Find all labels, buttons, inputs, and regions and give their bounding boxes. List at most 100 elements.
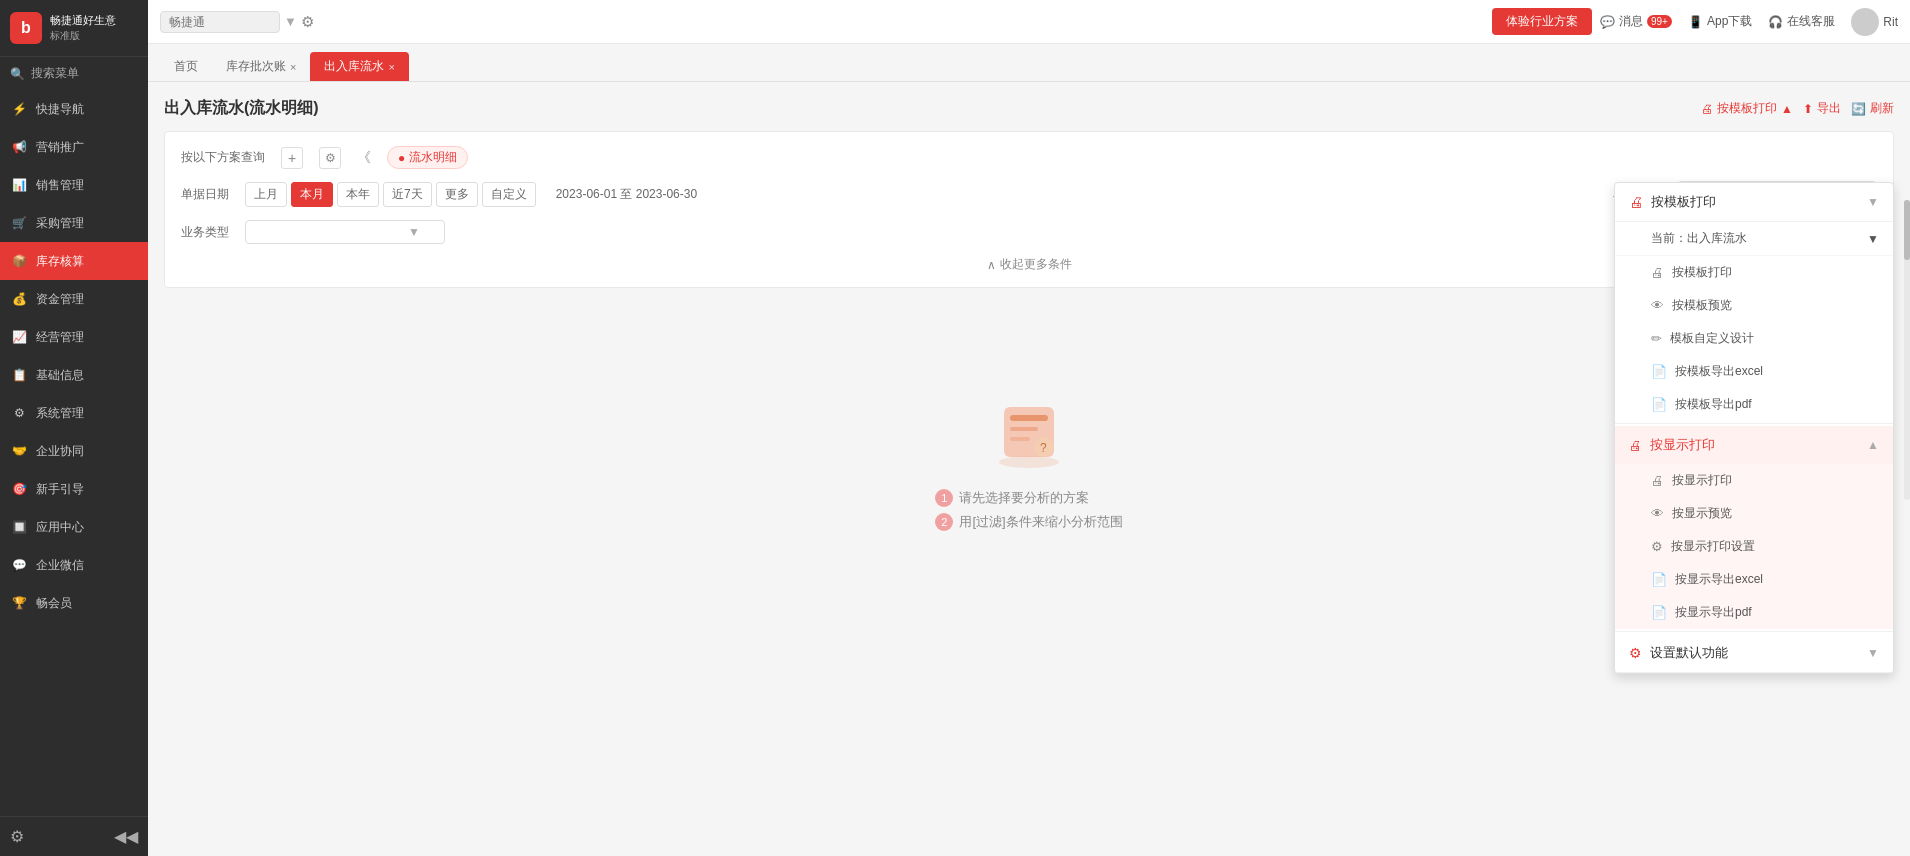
date-filter-btn-近7天[interactable]: 近7天	[383, 182, 432, 207]
online-service-button[interactable]: 🎧 在线客服	[1768, 13, 1835, 30]
page-header: 出入库流水(流水明细) 🖨 按模板打印 ▲ ⬆ 导出 🔄 刷新	[164, 98, 1894, 119]
tip-num-2: 2	[935, 513, 953, 531]
print-template-label: 按模板打印	[1717, 100, 1777, 117]
sidebar-item-purchase[interactable]: 🛒 采购管理	[0, 204, 148, 242]
svg-rect-2	[1010, 415, 1048, 421]
settings-icon[interactable]: ⚙	[10, 827, 24, 846]
display-export-excel-icon: 📄	[1651, 572, 1667, 587]
sidebar-item-base[interactable]: 📋 基础信息	[0, 356, 148, 394]
dropdown-item-display-preview[interactable]: 👁 按显示预览	[1615, 497, 1893, 530]
nav-item-label: 营销推广	[36, 139, 84, 156]
nav-item-label: 系统管理	[36, 405, 84, 422]
breadcrumb-dropdown-icon[interactable]: ▼	[284, 14, 297, 29]
biz-type-select[interactable]: ▼	[245, 220, 445, 244]
svg-rect-4	[1010, 437, 1030, 441]
print-template-button[interactable]: 🖨 按模板打印 ▲	[1701, 100, 1793, 117]
date-filter-btn-本年[interactable]: 本年	[337, 182, 379, 207]
dropdown-item-template-custom[interactable]: ✏ 模板自定义设计	[1615, 322, 1893, 355]
empty-tip-1: 1 请先选择要分析的方案	[935, 489, 1122, 507]
collapse-sidebar-icon[interactable]: ◀◀	[114, 827, 138, 846]
filter-tag[interactable]: ● 流水明细	[387, 146, 468, 169]
sidebar-item-appstore[interactable]: 🔲 应用中心	[0, 508, 148, 546]
sidebar-item-marketing[interactable]: 📢 营销推广	[0, 128, 148, 166]
date-filter-btn-上月[interactable]: 上月	[245, 182, 287, 207]
right-scrollbar[interactable]	[1904, 200, 1910, 500]
nav-item-label: 快捷导航	[36, 101, 84, 118]
template-print-item-label: 按模板打印	[1672, 264, 1732, 281]
display-preview-icon: 👁	[1651, 506, 1664, 521]
sidebar-item-inventory[interactable]: 📦 库存核算	[0, 242, 148, 280]
dropdown-section-set-default[interactable]: ⚙ 设置默认功能 ▼	[1615, 634, 1893, 673]
tab-home[interactable]: 首页	[160, 52, 212, 81]
refresh-label: 刷新	[1870, 100, 1894, 117]
filter-settings-button[interactable]: ⚙	[319, 147, 341, 169]
online-service-label: 在线客服	[1787, 13, 1835, 30]
sidebar-item-system[interactable]: ⚙ 系统管理	[0, 394, 148, 432]
dropdown-item-display-print-settings[interactable]: ⚙ 按显示打印设置	[1615, 530, 1893, 563]
app-download-button[interactable]: 📱 App下载	[1688, 13, 1752, 30]
sidebar-item-coop[interactable]: 🤝 企业协同	[0, 432, 148, 470]
scrollbar-thumb[interactable]	[1904, 200, 1910, 260]
dropdown-item-display-print-item[interactable]: 🖨 按显示打印	[1615, 464, 1893, 497]
display-print-settings-icon: ⚙	[1651, 539, 1663, 554]
date-filter-btn-自定义[interactable]: 自定义	[482, 182, 536, 207]
wechat-icon: 💬	[10, 556, 28, 574]
sidebar-item-sales[interactable]: 📊 销售管理	[0, 166, 148, 204]
page-content: 出入库流水(流水明细) 🖨 按模板打印 ▲ ⬆ 导出 🔄 刷新	[148, 82, 1910, 856]
sidebar-item-operations[interactable]: 📈 经营管理	[0, 318, 148, 356]
template-export-excel-label: 按模板导出excel	[1675, 363, 1763, 380]
app-logo: b 畅捷通好生意 标准版	[0, 0, 148, 57]
page-actions: 🖨 按模板打印 ▲ ⬆ 导出 🔄 刷新	[1701, 100, 1894, 117]
dropdown-section-display-print[interactable]: 🖨 按显示打印 ▲	[1615, 426, 1893, 464]
sidebar-item-guide[interactable]: 🎯 新手引导	[0, 470, 148, 508]
display-export-pdf-label: 按显示导出pdf	[1675, 604, 1752, 621]
filter-tag-label: 流水明细	[409, 149, 457, 166]
export-label: 导出	[1817, 100, 1841, 117]
dropdown-section-template-print[interactable]: 🖨 按模板打印 ▼	[1615, 183, 1893, 222]
display-print-item-label: 按显示打印	[1672, 472, 1732, 489]
filter-add-button[interactable]: +	[281, 147, 303, 169]
dropdown-item-template-export-pdf[interactable]: 📄 按模板导出pdf	[1615, 388, 1893, 421]
dropdown-item-display-export-excel[interactable]: 📄 按显示导出excel	[1615, 563, 1893, 596]
logo-icon: b	[10, 12, 42, 44]
sidebar-item-member[interactable]: 🏆 畅会员	[0, 584, 148, 622]
tab-close-in-out-flow[interactable]: ×	[388, 61, 394, 73]
date-filter-btn-本月[interactable]: 本月	[291, 182, 333, 207]
tab-close-batch-account[interactable]: ×	[290, 61, 296, 73]
sidebar-item-finance[interactable]: 💰 资金管理	[0, 280, 148, 318]
search-menu[interactable]: 🔍 搜索菜单	[0, 57, 148, 90]
user-name: Rit	[1883, 15, 1898, 29]
topbar: ▼ ⚙ 体验行业方案 💬 消息 99+ 📱 App下载 🎧 在线客服 Rit	[148, 0, 1910, 44]
template-current-selector[interactable]: 当前：出入库流水 ▼	[1615, 222, 1893, 256]
template-current-arrow: ▼	[1867, 232, 1879, 246]
template-print-label: 按模板打印	[1651, 193, 1716, 211]
export-button[interactable]: ⬆ 导出	[1803, 100, 1841, 117]
tab-batch-account[interactable]: 库存批次账 ×	[212, 52, 310, 81]
search-icon: 🔍	[10, 67, 25, 81]
template-preview-icon: 👁	[1651, 298, 1664, 313]
nav-item-label: 库存核算	[36, 253, 84, 270]
settings-icon[interactable]: ⚙	[301, 13, 314, 31]
dropdown-item-template-export-excel[interactable]: 📄 按模板导出excel	[1615, 355, 1893, 388]
nav-item-label: 采购管理	[36, 215, 84, 232]
user-avatar[interactable]: Rit	[1851, 8, 1898, 36]
refresh-button[interactable]: 🔄 刷新	[1851, 100, 1894, 117]
dropdown-item-template-preview[interactable]: 👁 按模板预览	[1615, 289, 1893, 322]
collapse-label: 收起更多条件	[1000, 256, 1072, 273]
service-icon: 🎧	[1768, 15, 1783, 29]
page-title: 出入库流水(流水明细)	[164, 98, 319, 119]
breadcrumb-input[interactable]	[160, 11, 280, 33]
main-area: ▼ ⚙ 体验行业方案 💬 消息 99+ 📱 App下载 🎧 在线客服 Rit	[148, 0, 1910, 856]
sidebar-item-wechat[interactable]: 💬 企业微信	[0, 546, 148, 584]
sidebar-item-quick-nav[interactable]: ⚡ 快捷导航	[0, 90, 148, 128]
date-filter-btn-更多[interactable]: 更多	[436, 182, 478, 207]
filter-collapse-button[interactable]: 《	[357, 149, 371, 167]
tab-in-out-flow[interactable]: 出入库流水 ×	[310, 52, 408, 81]
tab-label: 库存批次账	[226, 58, 286, 75]
dropdown-item-template-print-item[interactable]: 🖨 按模板打印	[1615, 256, 1893, 289]
dropdown-item-display-export-pdf[interactable]: 📄 按显示导出pdf	[1615, 596, 1893, 629]
tab-label: 首页	[174, 58, 198, 75]
industry-solution-button[interactable]: 体验行业方案	[1492, 8, 1592, 35]
message-button[interactable]: 💬 消息 99+	[1600, 13, 1672, 30]
set-default-icon: ⚙	[1629, 645, 1642, 661]
